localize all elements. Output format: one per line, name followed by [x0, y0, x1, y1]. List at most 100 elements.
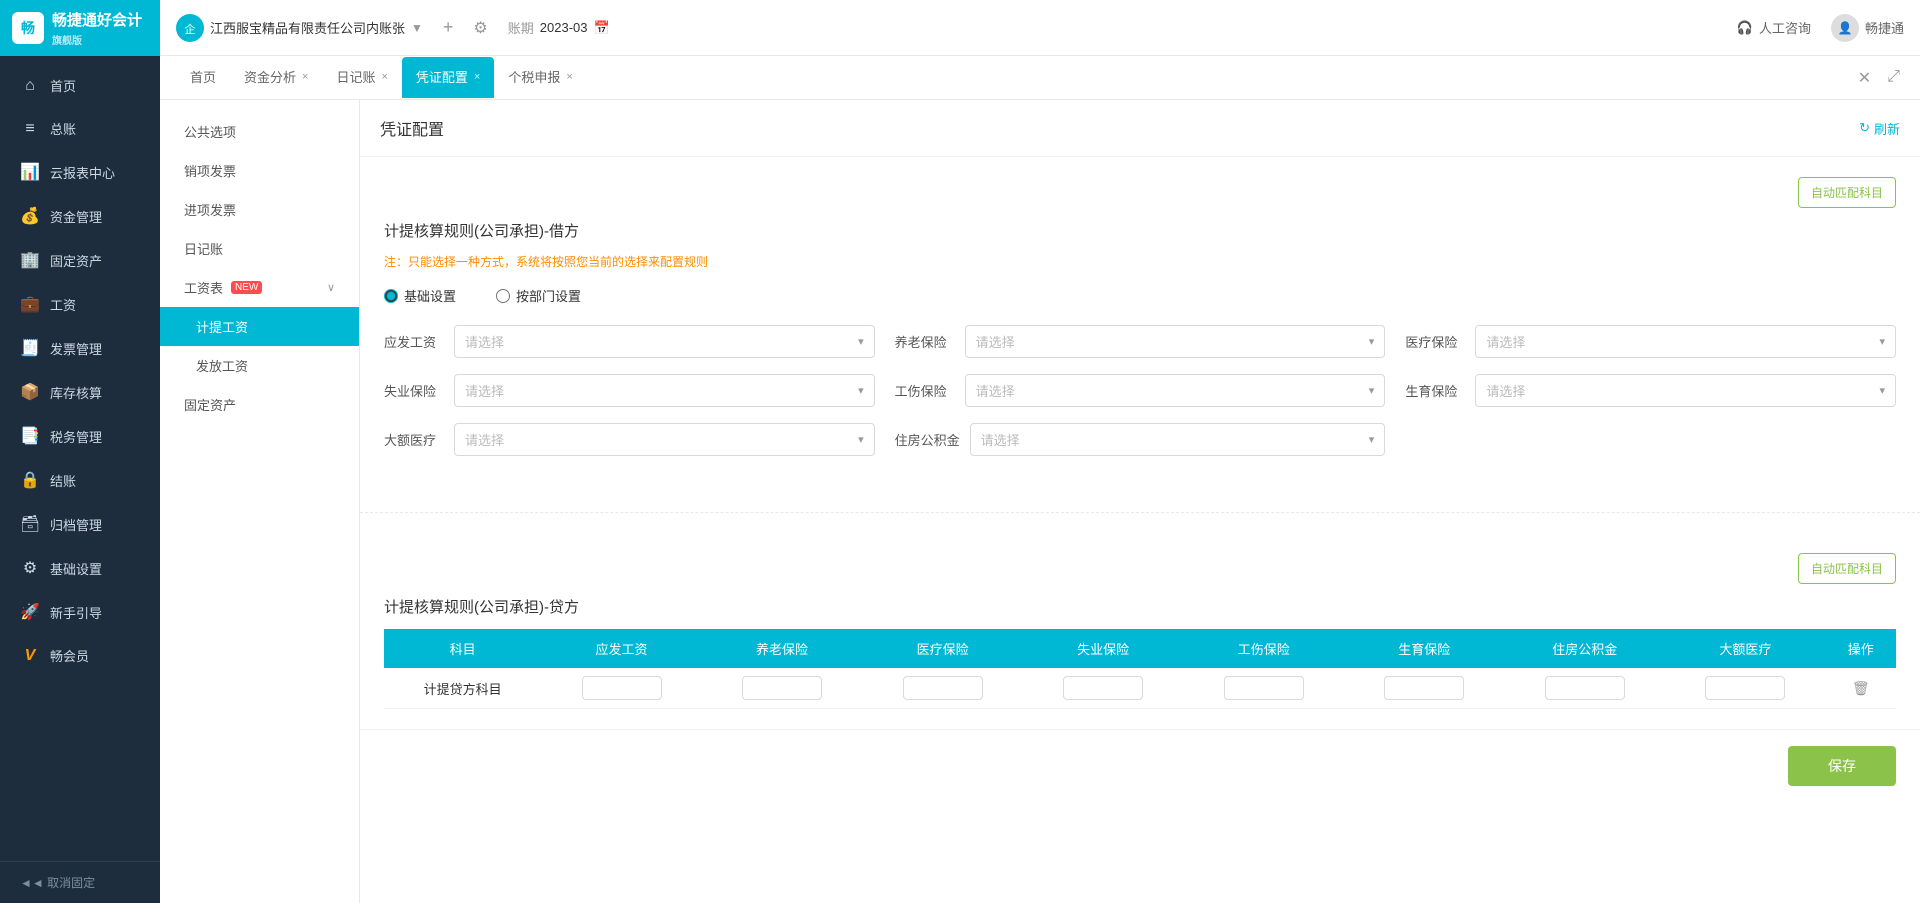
- radio-dept[interactable]: 按部门设置: [496, 286, 581, 305]
- tab-journal-label: 日记账: [336, 67, 375, 86]
- left-menu-public[interactable]: 公共选项: [160, 112, 359, 151]
- sidebar-item-close[interactable]: 🔒 结账: [0, 458, 160, 502]
- input-housing[interactable]: [1545, 676, 1625, 700]
- select-unemployment[interactable]: 请选择 ▾: [454, 374, 875, 407]
- input-work-injury[interactable]: [1224, 676, 1304, 700]
- add-button[interactable]: +: [435, 13, 462, 42]
- sidebar-footer-pin[interactable]: ◄◄ 取消固定: [0, 861, 160, 903]
- select-housing-fund-arrow: ▾: [1369, 433, 1375, 446]
- sidebar-item-member[interactable]: V 畅会员: [0, 634, 160, 677]
- sidebar-item-ledger[interactable]: ≡ 总账: [0, 107, 160, 150]
- input-salary[interactable]: [582, 676, 662, 700]
- company-selector[interactable]: 企 江西服宝精品有限责任公司内账张 ▼: [176, 14, 423, 42]
- left-menu-public-label: 公共选项: [184, 122, 236, 141]
- select-work-injury[interactable]: 请选择 ▾: [965, 374, 1386, 407]
- select-housing-fund[interactable]: 请选择 ▾: [970, 423, 1386, 456]
- sidebar-logo: 畅 畅捷通好会计 旗舰版: [0, 0, 160, 56]
- input-pension[interactable]: [742, 676, 822, 700]
- left-menu-purchase-invoice[interactable]: 进项发票: [160, 190, 359, 229]
- tab-home[interactable]: 首页: [176, 57, 230, 98]
- debit-section: 自动匹配科目 计提核算规则(公司承担)-借方 注：只能选择一种方式，系统将按照您…: [360, 157, 1920, 492]
- tab-tax-report-label: 个税申报: [508, 67, 560, 86]
- sidebar-item-invoices[interactable]: 🧾 发票管理: [0, 326, 160, 370]
- input-medical[interactable]: [903, 676, 983, 700]
- left-menu: 公共选项 销项发票 进项发票 日记账 工资表 NEW ∨ 计提工资: [160, 100, 360, 903]
- sidebar-item-funds[interactable]: 💰 资金管理: [0, 194, 160, 238]
- left-menu-salary-table[interactable]: 工资表 NEW ∨: [160, 268, 359, 307]
- user-menu[interactable]: 👤 畅捷通: [1831, 14, 1904, 42]
- sidebar-item-inventory[interactable]: 📦 库存核算: [0, 370, 160, 414]
- radio-basic-input[interactable]: [384, 289, 398, 303]
- auto-match-debit-button[interactable]: 自动匹配科目: [1798, 177, 1896, 208]
- form-item-large-medical: 大额医疗 请选择 ▾: [384, 423, 875, 456]
- sidebar-item-reports[interactable]: 📊 云报表中心: [0, 150, 160, 194]
- sidebar-label-member: 畅会员: [50, 646, 89, 665]
- form-item-pension: 养老保险 请选择 ▾: [895, 325, 1386, 358]
- tab-close-all-icon[interactable]: ✕: [1854, 64, 1875, 92]
- select-pension[interactable]: 请选择 ▾: [965, 325, 1386, 358]
- select-salary-payable[interactable]: 请选择 ▾: [454, 325, 875, 358]
- th-action: 操作: [1826, 629, 1896, 668]
- period-selector[interactable]: 账期 2023-03 📅: [508, 18, 610, 37]
- left-menu-sales-invoice[interactable]: 销项发票: [160, 151, 359, 190]
- settings-gear-icon[interactable]: ⚙: [473, 18, 487, 38]
- tab-expand-icon[interactable]: ⤢: [1883, 64, 1904, 92]
- save-button[interactable]: 保存: [1788, 746, 1896, 786]
- tab-tax-report[interactable]: 个税申报 ×: [494, 57, 586, 98]
- inventory-icon: 📦: [20, 382, 40, 402]
- refresh-button[interactable]: ↻ 刷新: [1859, 119, 1900, 138]
- credit-table: 科目 应发工资 养老保险 医疗保险 失业保险 工伤保险 生育保险 住房公积金 大…: [384, 629, 1896, 709]
- sidebar-label-home: 首页: [50, 76, 76, 95]
- select-work-injury-value: 请选择: [976, 381, 1015, 400]
- service-label: 人工咨询: [1759, 18, 1811, 37]
- sidebar-item-archive[interactable]: 🗃 归档管理: [0, 502, 160, 546]
- select-large-medical[interactable]: 请选择 ▾: [454, 423, 875, 456]
- radio-basic[interactable]: 基础设置: [384, 286, 456, 305]
- ledger-icon: ≡: [20, 120, 40, 138]
- tab-journal-close[interactable]: ×: [381, 71, 387, 83]
- sidebar-label-invoices: 发票管理: [50, 339, 102, 358]
- left-menu-salary-pay[interactable]: 发放工资: [160, 346, 359, 385]
- radio-group: 基础设置 按部门设置: [384, 286, 1896, 305]
- sidebar-item-salary[interactable]: 💼 工资: [0, 282, 160, 326]
- left-menu-salary-calc-label: 计提工资: [196, 317, 248, 336]
- cell-medical: [862, 668, 1023, 709]
- left-menu-sales-invoice-label: 销项发票: [184, 161, 236, 180]
- section-divider: [360, 512, 1920, 513]
- tab-voucher-config-close[interactable]: ×: [474, 71, 480, 83]
- left-menu-purchase-invoice-label: 进项发票: [184, 200, 236, 219]
- left-menu-journal[interactable]: 日记账: [160, 229, 359, 268]
- radio-dept-input[interactable]: [496, 289, 510, 303]
- delete-row-icon[interactable]: 🗑: [1852, 680, 1870, 696]
- select-maternity[interactable]: 请选择 ▾: [1475, 374, 1896, 407]
- service-button[interactable]: 🎧 人工咨询: [1737, 18, 1811, 37]
- th-maternity: 生育保险: [1344, 629, 1505, 668]
- select-medical[interactable]: 请选择 ▾: [1475, 325, 1896, 358]
- sidebar-item-guide[interactable]: 🚀 新手引导: [0, 590, 160, 634]
- sidebar-item-settings[interactable]: ⚙ 基础设置: [0, 546, 160, 590]
- tab-journal[interactable]: 日记账 ×: [322, 57, 401, 98]
- tab-funds-close[interactable]: ×: [302, 71, 308, 83]
- cell-subject: 计提贷方科目: [384, 668, 541, 709]
- tab-voucher-config[interactable]: 凭证配置 ×: [402, 57, 494, 98]
- calendar-icon[interactable]: 📅: [594, 20, 610, 36]
- page-header: 凭证配置 ↻ 刷新: [360, 100, 1920, 157]
- sidebar-label-settings: 基础设置: [50, 559, 102, 578]
- input-large-medical[interactable]: [1705, 676, 1785, 700]
- input-maternity[interactable]: [1384, 676, 1464, 700]
- auto-match-credit-button[interactable]: 自动匹配科目: [1798, 553, 1896, 584]
- left-menu-salary-pay-label: 发放工资: [196, 359, 248, 374]
- left-menu-fixed-assets[interactable]: 固定资产: [160, 385, 359, 424]
- left-menu-salary-calc[interactable]: 计提工资: [160, 307, 359, 346]
- sidebar-item-tax[interactable]: 📑 税务管理: [0, 414, 160, 458]
- sidebar-item-home[interactable]: ⌂ 首页: [0, 64, 160, 107]
- logo-icon: 畅: [12, 12, 44, 44]
- th-work-injury: 工伤保险: [1183, 629, 1344, 668]
- sidebar-item-fixed-assets[interactable]: 🏢 固定资产: [0, 238, 160, 282]
- sidebar-label-reports: 云报表中心: [50, 163, 115, 182]
- tab-tax-report-close[interactable]: ×: [566, 71, 572, 83]
- tab-voucher-config-label: 凭证配置: [416, 67, 468, 86]
- input-unemployment[interactable]: [1063, 676, 1143, 700]
- sidebar-label-fixed-assets: 固定资产: [50, 251, 102, 270]
- tab-funds[interactable]: 资金分析 ×: [230, 57, 322, 98]
